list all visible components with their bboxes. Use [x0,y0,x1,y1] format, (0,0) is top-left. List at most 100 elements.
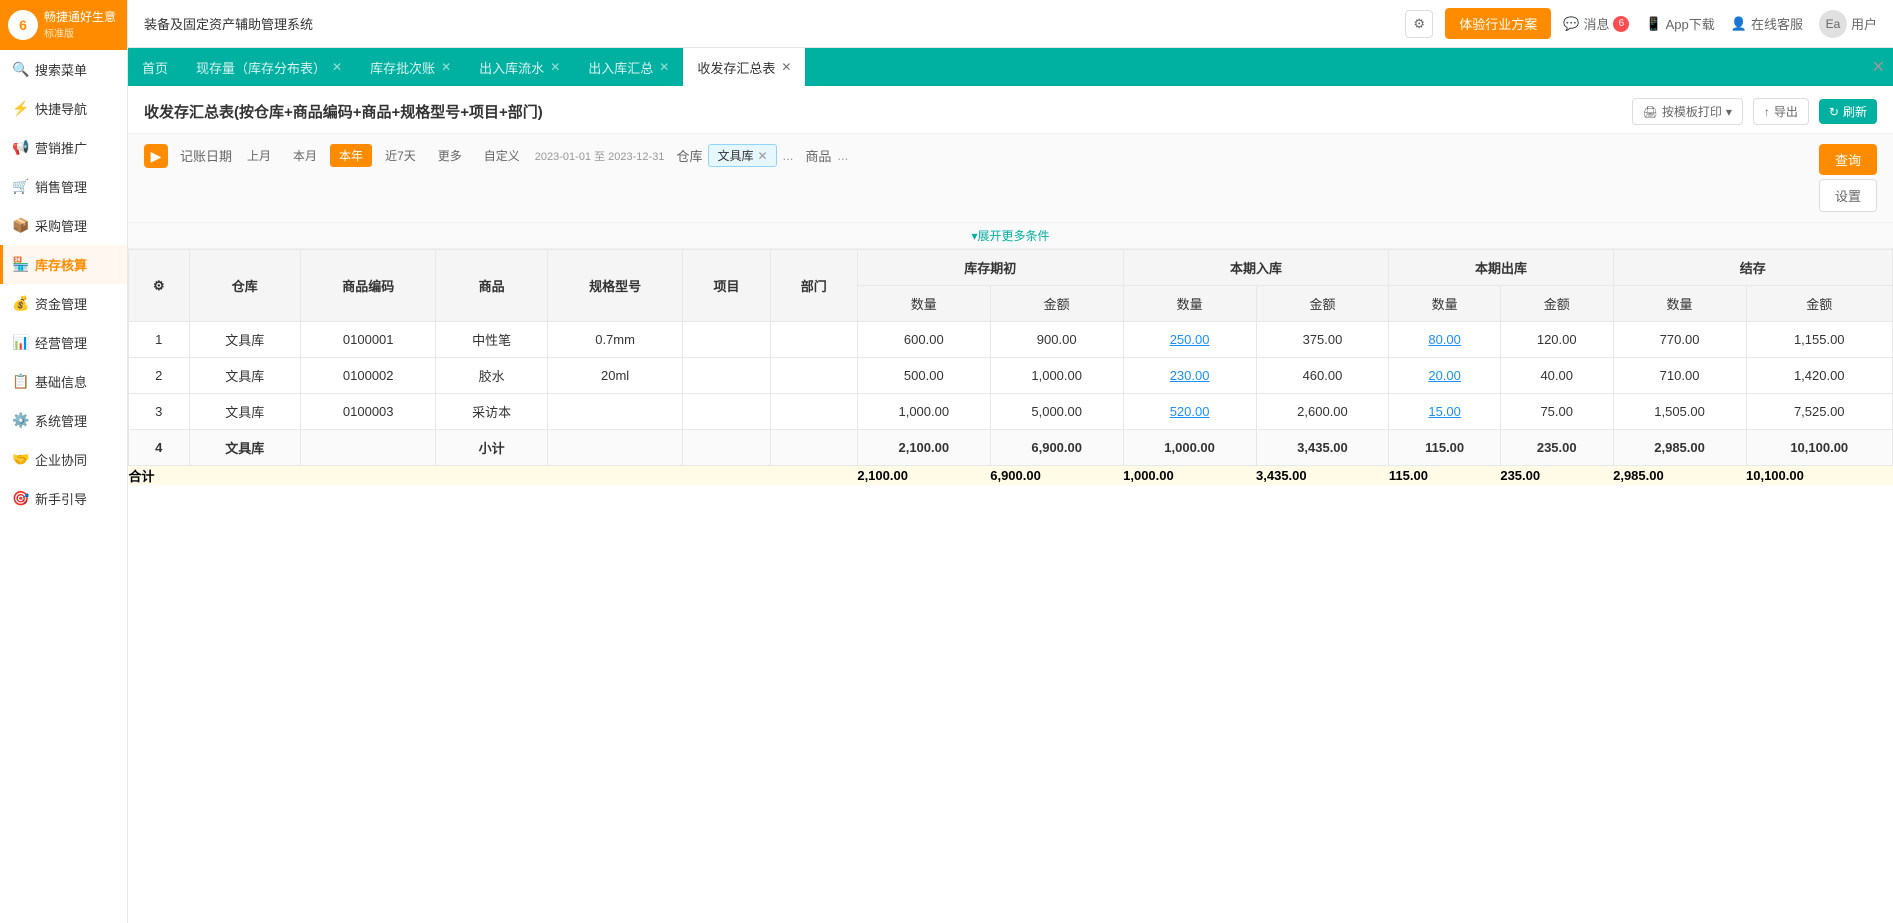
date-btn-近7天[interactable]: 近7天 [376,144,425,167]
sidebar-item-operations[interactable]: 📊经营管理 [0,323,127,362]
col-dept-header: 部门 [770,250,857,322]
tab-batch[interactable]: 库存批次账✕ [356,48,465,86]
sidebar-item-purchase[interactable]: 📦采购管理 [0,206,127,245]
message-action[interactable]: 💬 消息 6 [1563,14,1629,33]
cell-name: 采访本 [436,394,547,430]
cell-warehouse: 文具库 [189,322,300,358]
tab-close-flow[interactable]: ✕ [550,60,560,74]
topbar-settings-button[interactable]: ⚙ [1405,10,1433,38]
cell-out-qty[interactable]: 15.00 [1389,394,1500,430]
cell-in-qty[interactable]: 250.00 [1123,322,1256,358]
cell-out-qty-link[interactable]: 15.00 [1428,404,1461,419]
expand-more-bar[interactable]: ▾ 展开更多条件 [128,223,1893,249]
cell-in-qty-link[interactable]: 230.00 [1170,368,1210,383]
cell-in-qty[interactable]: 230.00 [1123,358,1256,394]
cell-warehouse: 文具库 [189,394,300,430]
refresh-button[interactable]: ↻ 刷新 [1819,99,1877,124]
cell-out-qty-link[interactable]: 80.00 [1428,332,1461,347]
tab-stock-dist[interactable]: 现存量（库存分布表）✕ [182,48,356,86]
table-row: 1文具库0100001中性笔0.7mm600.00900.00250.00375… [129,322,1893,358]
sidebar-item-inventory[interactable]: 🏪库存核算 [0,245,127,284]
query-button[interactable]: 查询 [1819,144,1877,175]
online-service-action[interactable]: 👤 在线客服 [1731,14,1803,33]
date-btn-更多[interactable]: 更多 [429,144,471,167]
cell-department [770,358,857,394]
date-btn-自定义[interactable]: 自定义 [475,144,529,167]
warehouse-tag-close[interactable]: ✕ [757,149,767,163]
export-button[interactable]: ↑ 导出 [1753,98,1809,125]
col-balance-header: 结存 [1613,250,1892,286]
col-settings-icon[interactable]: ⚙ [129,250,190,322]
date-filter-group: 记账日期 上月本月本年近7天更多自定义 2023-01-01 至 2023-12… [180,144,664,167]
logo-icon: 6 [8,10,38,40]
sidebar-item-basic-info[interactable]: 📋基础信息 [0,362,127,401]
cell-in-qty: 1,000.00 [1123,430,1256,466]
cell-out-qty: 115.00 [1389,430,1500,466]
tab-close-summary[interactable]: ✕ [659,60,669,74]
tab-home[interactable]: 首页 [128,48,182,86]
cell-department [770,322,857,358]
cell-spec [547,394,683,430]
goods-more[interactable]: ... [837,148,848,163]
user-action[interactable]: Ea 用户 [1819,10,1877,38]
sidebar-item-guide[interactable]: 🎯新手引导 [0,479,127,518]
date-btn-本月[interactable]: 本月 [284,144,326,167]
table-footer-row: 合计 2,100.00 6,900.00 1,000.00 3,435.00 1… [129,466,1893,486]
filter-expand-button[interactable]: ▶ [144,144,168,168]
print-button[interactable]: 🖨 按模板打印 ▾ [1632,98,1743,125]
col-balance-amt-header: 金额 [1746,286,1893,322]
sidebar-item-sales[interactable]: 🛒销售管理 [0,167,127,206]
footer-label: 合计 [129,466,858,486]
tab-close-batch[interactable]: ✕ [441,60,451,74]
cell-in-qty-link[interactable]: 520.00 [1170,404,1210,419]
tab-flow[interactable]: 出入库流水 ✕ [465,48,574,86]
cell-out-qty-link[interactable]: 20.00 [1428,368,1461,383]
table-settings-button[interactable]: 设置 [1819,179,1877,212]
warehouse-more[interactable]: ... [783,148,794,163]
sidebar-label-inventory: 库存核算 [35,255,87,274]
service-icon: 👤 [1731,16,1747,32]
expand-label: 展开更多条件 [978,227,1050,244]
col-in-amt-header: 金额 [1256,286,1389,322]
sidebar-item-finance[interactable]: 💰资金管理 [0,284,127,323]
sidebar-item-search[interactable]: 🔍搜索菜单 [0,50,127,89]
warehouse-tag: 文具库 ✕ [708,144,776,167]
cell-name: 胶水 [436,358,547,394]
footer-balance-amt: 10,100.00 [1746,466,1893,486]
cell-department [770,394,857,430]
cell-spec [547,430,683,466]
print-icon: 🖨 [1643,105,1658,119]
sidebar-item-system[interactable]: ⚙️系统管理 [0,401,127,440]
sales-icon: 🛒 [13,179,29,195]
sidebar-nav: 🔍搜索菜单⚡快捷导航📢营销推广🛒销售管理📦采购管理🏪库存核算💰资金管理📊经营管理… [0,50,127,518]
cell-in-qty-link[interactable]: 250.00 [1170,332,1210,347]
cell-out-qty[interactable]: 80.00 [1389,322,1500,358]
date-btn-本年[interactable]: 本年 [330,144,372,167]
tab-summary[interactable]: 出入库汇总✕ [574,48,683,86]
phone-icon: 📱 [1645,16,1661,32]
date-btn-上月[interactable]: 上月 [238,144,280,167]
sidebar-item-enterprise[interactable]: 🤝企业协同 [0,440,127,479]
refresh-icon: ↻ [1829,105,1839,119]
cell-in-qty[interactable]: 520.00 [1123,394,1256,430]
sidebar-item-marketing[interactable]: 📢营销推广 [0,128,127,167]
filter-bar: ▶ 记账日期 上月本月本年近7天更多自定义 2023-01-01 至 2023-… [128,134,1893,223]
app-download-action[interactable]: 📱 App下载 [1645,14,1714,33]
trial-button[interactable]: 体验行业方案 [1445,8,1551,39]
cell-no: 3 [129,394,190,430]
sidebar-item-quick-nav[interactable]: ⚡快捷导航 [0,89,127,128]
cell-spec: 0.7mm [547,322,683,358]
sidebar-label-marketing: 营销推广 [35,138,87,157]
topbar: 装备及固定资产辅助管理系统 ⚙ 体验行业方案 💬 消息 6 📱 App下载 👤 … [128,0,1893,48]
goods-filter-group: 商品 ... [805,146,848,165]
cell-opening-amt: 1,000.00 [990,358,1123,394]
tab-receive-summary[interactable]: 收发存汇总表✕ [683,48,805,86]
filter-action-btns: 查询 设置 [1819,144,1877,212]
tabbar-close-all[interactable]: ✕ [1864,57,1893,77]
cell-out-qty[interactable]: 20.00 [1389,358,1500,394]
tab-close-receive-summary[interactable]: ✕ [781,60,791,74]
tab-label-flow: 出入库流水 [479,58,544,77]
user-label: 用户 [1851,14,1877,33]
tab-close-stock-dist[interactable]: ✕ [332,60,342,74]
cell-balance-amt: 7,525.00 [1746,394,1893,430]
